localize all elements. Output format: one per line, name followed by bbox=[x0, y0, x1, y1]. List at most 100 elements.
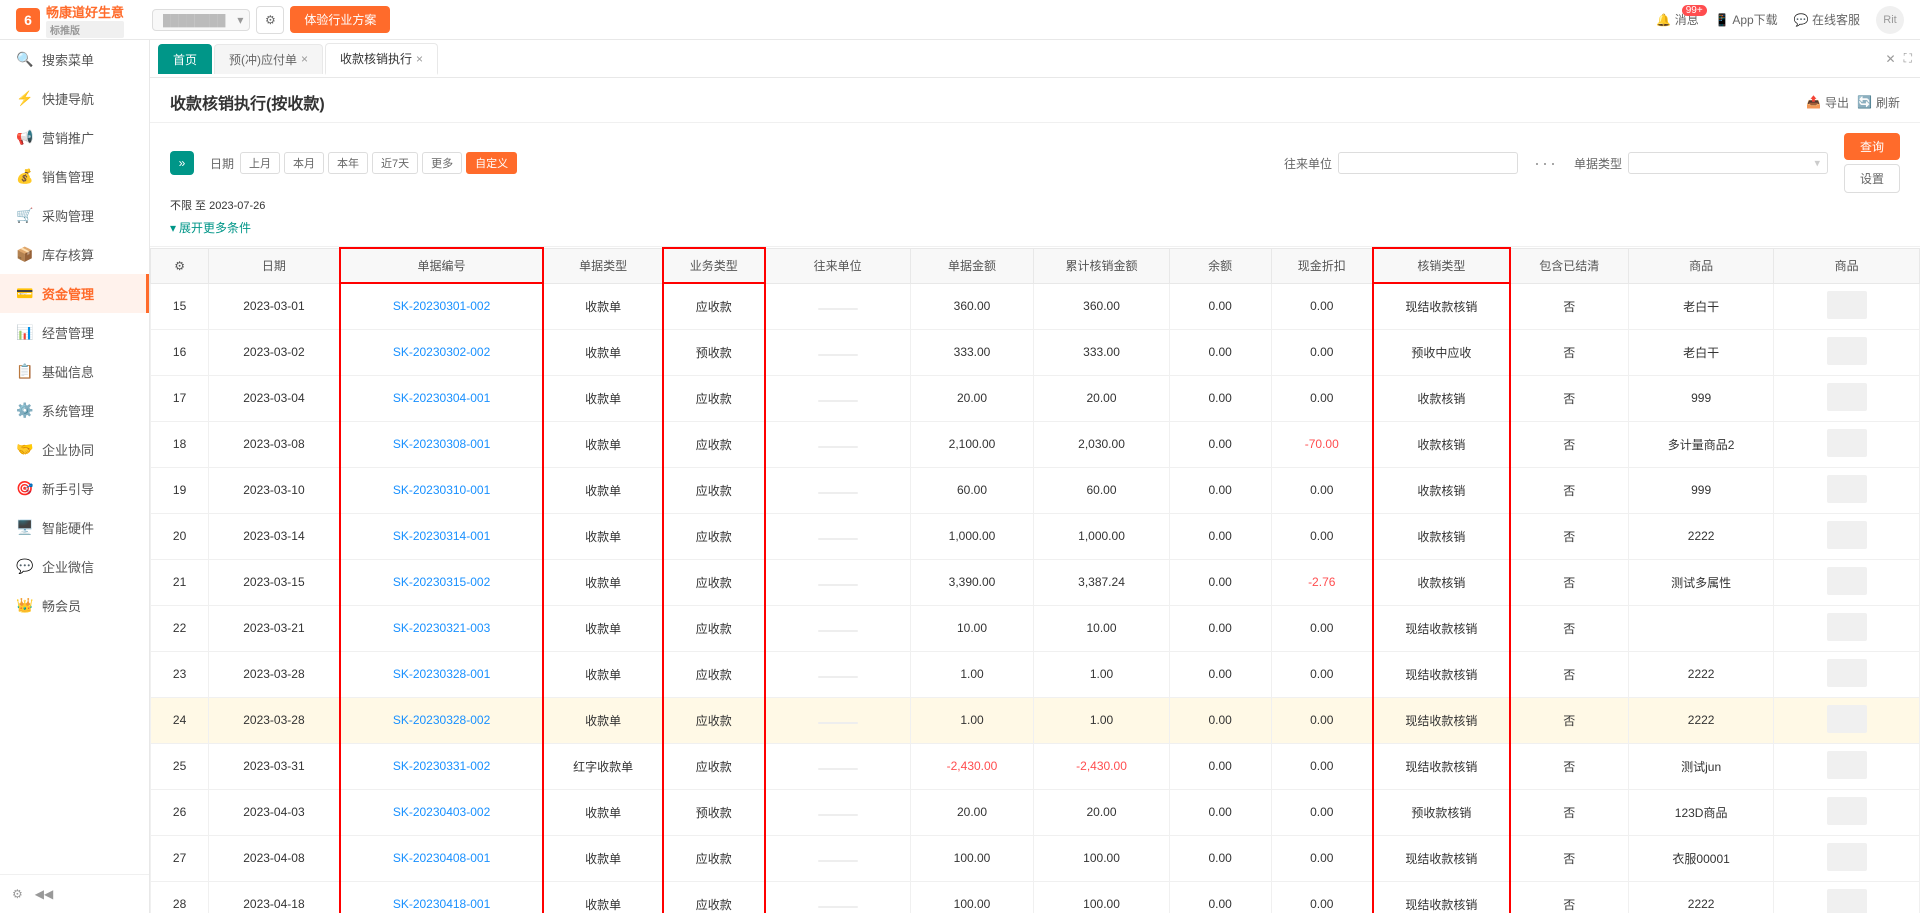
logo-area: 6 畅康道好生意 标推版 bbox=[16, 2, 124, 38]
sidebar-item-operations[interactable]: 📊经营管理 bbox=[0, 313, 149, 352]
cell-date: 2023-03-31 bbox=[209, 743, 340, 789]
col-discount[interactable]: 现金折扣 bbox=[1271, 248, 1373, 283]
doc-no-link[interactable]: SK-20230328-001 bbox=[393, 667, 490, 681]
sidebar-label-purchase: 采购管理 bbox=[42, 206, 94, 225]
cell-date: 2023-03-01 bbox=[209, 283, 340, 329]
query-button[interactable]: 查询 bbox=[1844, 133, 1900, 160]
cell-sn: 19 bbox=[151, 467, 209, 513]
col-partner[interactable]: 往来单位 bbox=[765, 248, 911, 283]
col-verify-type[interactable]: 核销类型 bbox=[1373, 248, 1510, 283]
date-btn-last-month[interactable]: 上月 bbox=[240, 152, 280, 174]
doc-no-link[interactable]: SK-20230331-002 bbox=[393, 759, 490, 773]
col-date[interactable]: 日期 bbox=[209, 248, 340, 283]
refresh-button[interactable]: 🔄 刷新 bbox=[1857, 94, 1900, 111]
sidebar-icon-basic: 📋 bbox=[16, 363, 34, 381]
solution-button[interactable]: 体验行业方案 bbox=[290, 6, 390, 33]
col-amount[interactable]: 单据金额 bbox=[910, 248, 1034, 283]
date-btn-custom[interactable]: 自定义 bbox=[466, 152, 517, 174]
sidebar-item-marketing[interactable]: 📢营销推广 bbox=[0, 118, 149, 157]
cell-discount: 0.00 bbox=[1271, 283, 1373, 329]
user-avatar[interactable]: Rit bbox=[1876, 6, 1904, 34]
filter-settings-button[interactable]: 设置 bbox=[1844, 164, 1900, 193]
partner-blurred bbox=[818, 354, 858, 356]
tab-prepayment-close[interactable]: × bbox=[301, 53, 308, 65]
sidebar-item-basic[interactable]: 📋基础信息 bbox=[0, 352, 149, 391]
doc-no-link[interactable]: SK-20230314-001 bbox=[393, 529, 490, 543]
cell-settled: 否 bbox=[1510, 835, 1629, 881]
page-actions: 📤 导出 🔄 刷新 bbox=[1806, 94, 1900, 111]
col-settings[interactable]: ⚙ bbox=[151, 248, 209, 283]
col-doc-type[interactable]: 单据类型 bbox=[543, 248, 662, 283]
sidebar-settings-icon[interactable]: ⚙ bbox=[12, 887, 23, 901]
filter-expand-arrow[interactable]: » bbox=[170, 151, 194, 175]
tab-close-all-icon[interactable]: ✕ bbox=[1886, 52, 1896, 66]
date-btn-this-year[interactable]: 本年 bbox=[328, 152, 368, 174]
sidebar-collapse-icon[interactable]: ◀◀ bbox=[35, 887, 53, 901]
cell-partner bbox=[765, 421, 911, 467]
sidebar-item-quicknav[interactable]: ⚡快捷导航 bbox=[0, 79, 149, 118]
cell-settled: 否 bbox=[1510, 513, 1629, 559]
settings-gear-btn[interactable]: ⚙ bbox=[256, 6, 284, 34]
col-doc-no[interactable]: 单据编号 bbox=[340, 248, 544, 283]
col-biz-type[interactable]: 业务类型 bbox=[663, 248, 765, 283]
export-button[interactable]: 📤 导出 bbox=[1806, 94, 1849, 111]
app-download-btn[interactable]: 📱 App下载 bbox=[1715, 11, 1778, 28]
doc-no-link[interactable]: SK-20230328-002 bbox=[393, 713, 490, 727]
cell-doc-no: SK-20230308-001 bbox=[340, 421, 544, 467]
doc-no-link[interactable]: SK-20230302-002 bbox=[393, 345, 490, 359]
sidebar-item-search[interactable]: 🔍搜索菜单 bbox=[0, 40, 149, 79]
tab-home[interactable]: 首页 bbox=[158, 44, 212, 74]
sidebar-item-member[interactable]: 👑畅会员 bbox=[0, 586, 149, 625]
cell-accum: 3,387.24 bbox=[1034, 559, 1169, 605]
cell-discount: 0.00 bbox=[1271, 789, 1373, 835]
doc-no-link[interactable]: SK-20230310-001 bbox=[393, 483, 490, 497]
cell-doc-type: 收款单 bbox=[543, 789, 662, 835]
sidebar-item-hardware[interactable]: 🖥️智能硬件 bbox=[0, 508, 149, 547]
tab-maximize-icon[interactable]: ⛶ bbox=[1904, 51, 1912, 66]
sidebar-item-inventory[interactable]: 📦库存核算 bbox=[0, 235, 149, 274]
doc-no-link[interactable]: SK-20230408-001 bbox=[393, 851, 490, 865]
doc-no-link[interactable]: SK-20230304-001 bbox=[393, 391, 490, 405]
tab-collection-verify-label: 收款核销执行 bbox=[340, 50, 412, 67]
doc-type-input[interactable] bbox=[1628, 152, 1828, 174]
date-btn-this-month[interactable]: 本月 bbox=[284, 152, 324, 174]
date-btn-7days[interactable]: 近7天 bbox=[372, 152, 418, 174]
expand-more-btn[interactable]: ▾ 展开更多条件 bbox=[170, 219, 251, 236]
sidebar-item-wechat[interactable]: 💬企业微信 bbox=[0, 547, 149, 586]
doc-no-link[interactable]: SK-20230315-002 bbox=[393, 575, 490, 589]
doc-no-link[interactable]: SK-20230301-002 bbox=[393, 299, 490, 313]
sidebar-item-guide[interactable]: 🎯新手引导 bbox=[0, 469, 149, 508]
cell-doc-no: SK-20230314-001 bbox=[340, 513, 544, 559]
top-right-area: 🔔 消息 99+ 📱 App下载 💬 在线客服 Rit bbox=[1656, 6, 1904, 34]
sidebar-item-enterprise[interactable]: 🤝企业协同 bbox=[0, 430, 149, 469]
tab-prepayment[interactable]: 预(冲)应付单 × bbox=[214, 44, 323, 74]
sidebar-item-sales[interactable]: 💰销售管理 bbox=[0, 157, 149, 196]
sidebar-icon-sales: 💰 bbox=[16, 168, 34, 186]
partner-input[interactable] bbox=[1338, 152, 1518, 174]
doc-no-link[interactable]: SK-20230403-002 bbox=[393, 805, 490, 819]
cell-balance: 0.00 bbox=[1169, 835, 1271, 881]
cell-discount: 0.00 bbox=[1271, 329, 1373, 375]
doc-no-link[interactable]: SK-20230308-001 bbox=[393, 437, 490, 451]
col-goods2[interactable]: 商品 bbox=[1774, 248, 1920, 283]
col-goods1[interactable]: 商品 bbox=[1628, 248, 1774, 283]
sidebar-item-finance[interactable]: 💳资金管理 bbox=[0, 274, 149, 313]
cell-partner bbox=[765, 513, 911, 559]
cell-discount: 0.00 bbox=[1271, 697, 1373, 743]
cell-date: 2023-03-08 bbox=[209, 421, 340, 467]
doc-no-link[interactable]: SK-20230321-003 bbox=[393, 621, 490, 635]
company-selector[interactable]: ████████ ▾ bbox=[152, 9, 250, 31]
doc-no-link[interactable]: SK-20230418-001 bbox=[393, 897, 490, 911]
tab-collection-verify[interactable]: 收款核销执行 × bbox=[325, 43, 438, 75]
message-area[interactable]: 🔔 消息 99+ bbox=[1656, 11, 1698, 28]
col-accum[interactable]: 累计核销金额 bbox=[1034, 248, 1169, 283]
date-btn-more[interactable]: 更多 bbox=[422, 152, 462, 174]
online-service-btn[interactable]: 💬 在线客服 bbox=[1794, 11, 1860, 28]
col-balance[interactable]: 余额 bbox=[1169, 248, 1271, 283]
sidebar-item-purchase[interactable]: 🛒采购管理 bbox=[0, 196, 149, 235]
sidebar-label-member: 畅会员 bbox=[42, 596, 81, 615]
tab-collection-verify-close[interactable]: × bbox=[416, 53, 423, 65]
sidebar-item-system[interactable]: ⚙️系统管理 bbox=[0, 391, 149, 430]
col-settled[interactable]: 包含已结清 bbox=[1510, 248, 1629, 283]
cell-discount: -70.00 bbox=[1271, 421, 1373, 467]
